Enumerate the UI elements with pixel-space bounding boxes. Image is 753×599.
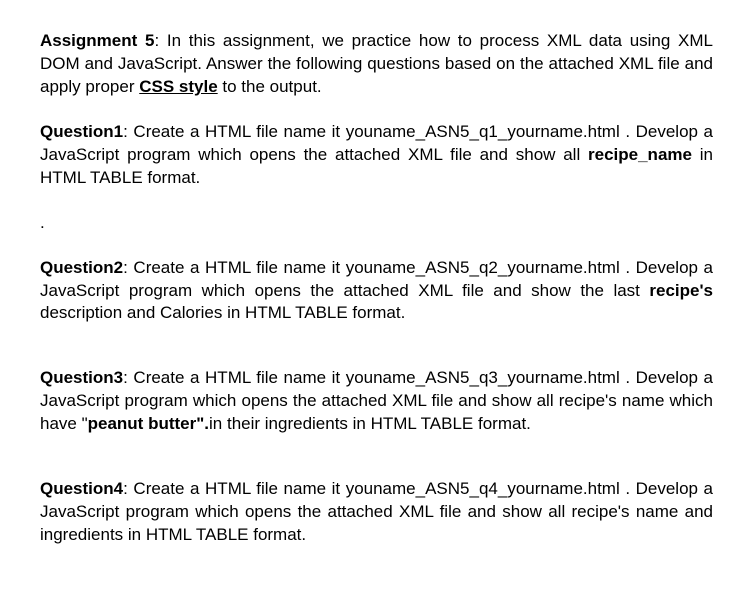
assignment-label: Assignment 5 xyxy=(40,31,154,50)
q3-bold-1: peanut butter". xyxy=(88,414,209,433)
q3-label: Question3 xyxy=(40,368,123,387)
q3-text-2: in their ingredients in HTML TABLE forma… xyxy=(209,414,531,433)
question-1: Question1: Create a HTML file name it yo… xyxy=(40,121,713,190)
q2-bold-1: recipe's xyxy=(649,281,713,300)
css-style-text: CSS style xyxy=(139,77,217,96)
assignment-intro: Assignment 5: In this assignment, we pra… xyxy=(40,30,713,99)
q2-text-1: : Create a HTML file name it youname_ASN… xyxy=(40,258,713,300)
q2-text-2: description and Calories in HTML TABLE f… xyxy=(40,303,405,322)
intro-text-2: to the output. xyxy=(218,77,322,96)
q2-label: Question2 xyxy=(40,258,123,277)
question-3: Question3: Create a HTML file name it yo… xyxy=(40,367,713,436)
q4-label: Question4 xyxy=(40,479,123,498)
separator-dot: . xyxy=(40,212,713,235)
q1-bold-1: recipe_name xyxy=(588,145,692,164)
question-2: Question2: Create a HTML file name it yo… xyxy=(40,257,713,326)
q4-text: : Create a HTML file name it youname_ASN… xyxy=(40,479,713,544)
question-4: Question4: Create a HTML file name it yo… xyxy=(40,478,713,547)
q1-label: Question1 xyxy=(40,122,123,141)
